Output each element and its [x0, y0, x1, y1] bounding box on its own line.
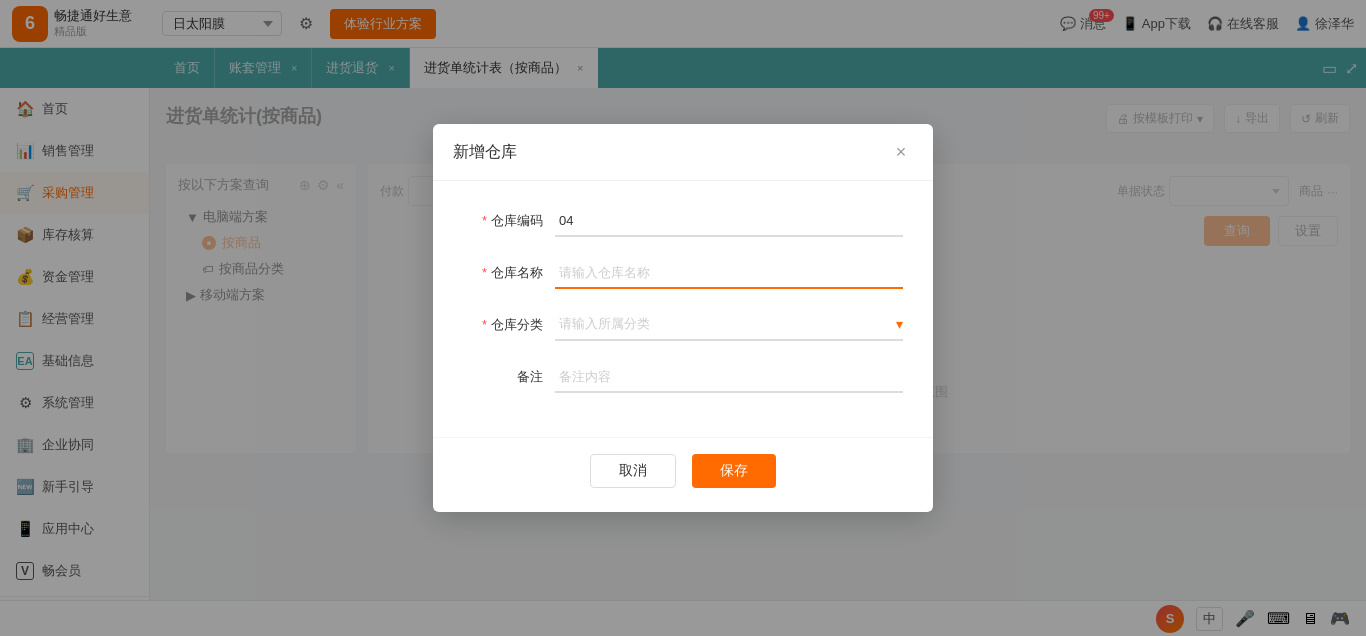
new-warehouse-modal: 新增仓库 × 仓库编码 仓库名称 仓库分类 请输入所属分类 ▾	[433, 124, 933, 512]
code-label: 仓库编码	[463, 212, 543, 230]
category-placeholder: 请输入所属分类	[555, 315, 896, 333]
modal-body: 仓库编码 仓库名称 仓库分类 请输入所属分类 ▾ 备注	[433, 181, 933, 437]
modal-overlay: 新增仓库 × 仓库编码 仓库名称 仓库分类 请输入所属分类 ▾	[0, 0, 1366, 636]
form-row-remark: 备注	[463, 361, 903, 393]
warehouse-name-input[interactable]	[555, 257, 903, 289]
modal-footer: 取消 保存	[433, 437, 933, 512]
modal-close-btn[interactable]: ×	[889, 140, 913, 164]
category-select[interactable]: 请输入所属分类 ▾	[555, 309, 903, 341]
form-row-name: 仓库名称	[463, 257, 903, 289]
remark-input[interactable]	[555, 361, 903, 393]
category-dropdown-icon: ▾	[896, 316, 903, 332]
cancel-button[interactable]: 取消	[590, 454, 676, 488]
modal-title: 新增仓库	[453, 142, 517, 163]
name-label: 仓库名称	[463, 264, 543, 282]
save-button[interactable]: 保存	[692, 454, 776, 488]
form-row-code: 仓库编码	[463, 205, 903, 237]
modal-header: 新增仓库 ×	[433, 124, 933, 181]
form-row-category: 仓库分类 请输入所属分类 ▾	[463, 309, 903, 341]
category-label: 仓库分类	[463, 316, 543, 334]
remark-label: 备注	[463, 368, 543, 386]
warehouse-code-input[interactable]	[555, 205, 903, 237]
